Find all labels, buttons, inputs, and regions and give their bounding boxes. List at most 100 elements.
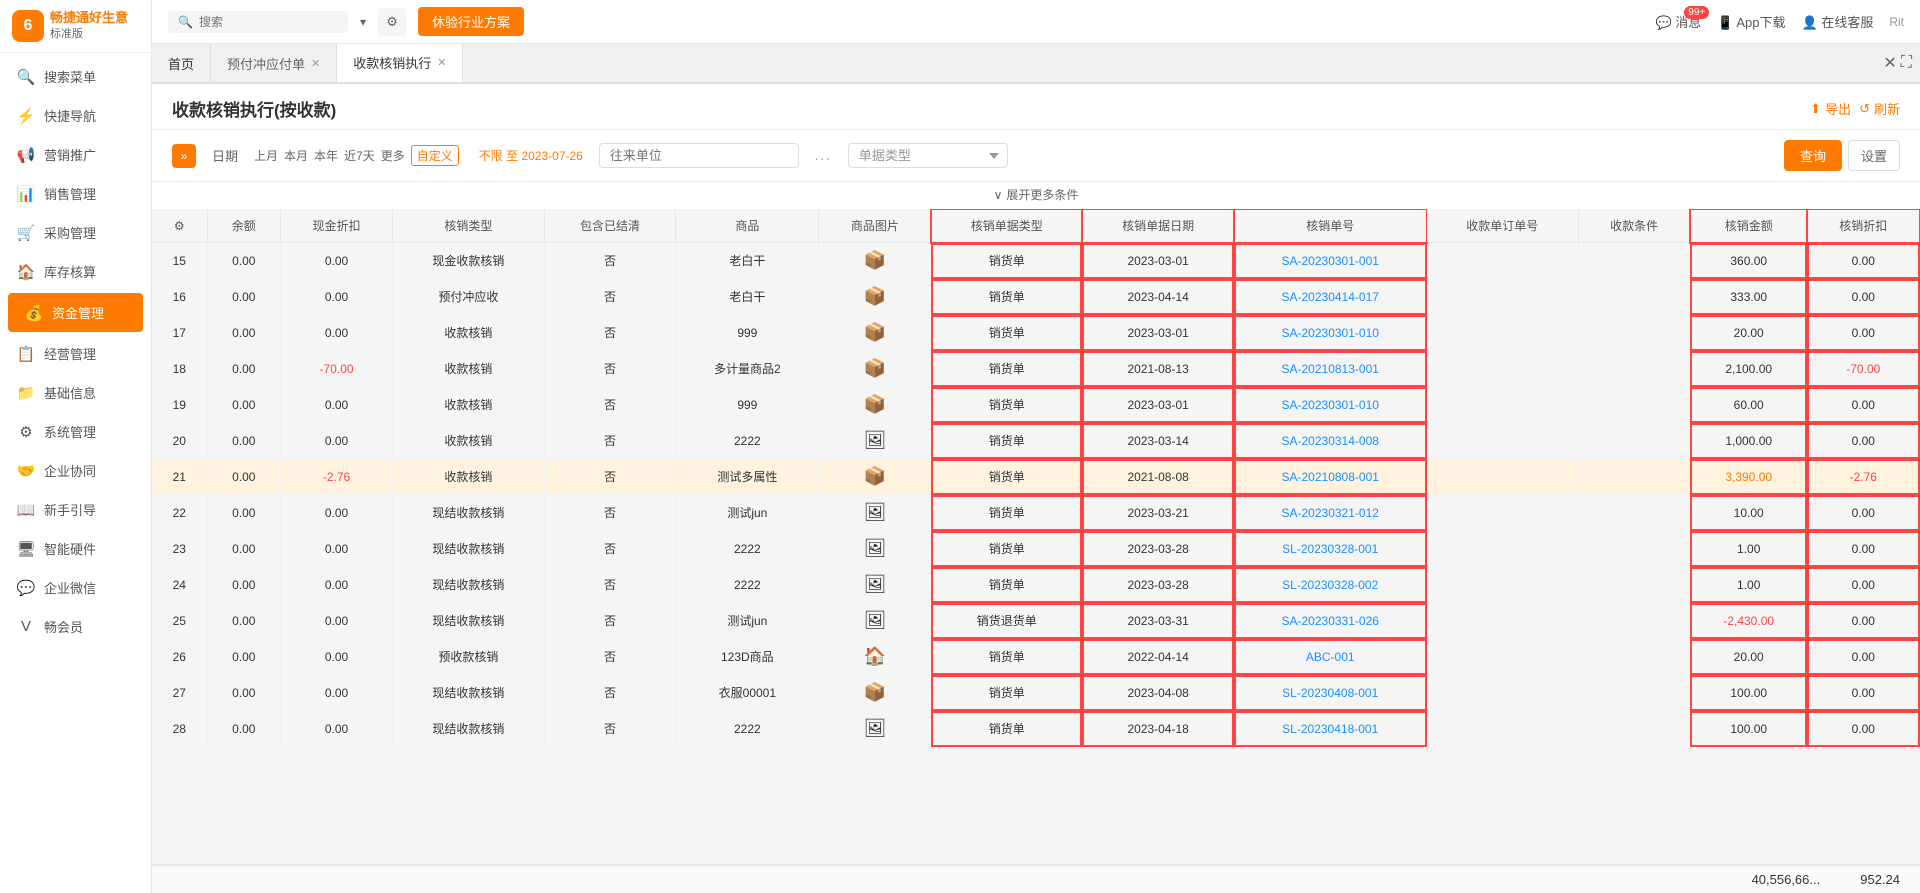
search-icon: 🔍 [178, 15, 193, 29]
setting-button[interactable]: 设置 [1848, 140, 1900, 171]
refresh-icon: ↺ [1859, 101, 1870, 117]
tab-prepay[interactable]: 预付冲应付单 ✕ [211, 44, 337, 82]
topbar-dropdown[interactable]: ▾ [360, 15, 366, 29]
th-settings[interactable]: ⚙ [152, 209, 207, 243]
sidebar-item-3[interactable]: 📊销售管理 [0, 174, 151, 213]
sidebar-item-12[interactable]: 🖥智能硬件 [0, 529, 151, 568]
td-verify-bill-no[interactable]: SA-20230301-010 [1234, 315, 1427, 351]
filter-date-7days[interactable]: 近7天 [344, 147, 375, 164]
partner-input[interactable] [599, 143, 799, 168]
sidebar-item-14[interactable]: V畅会员 [0, 607, 151, 646]
verify-bill-no-link[interactable]: SA-20230301-010 [1282, 326, 1379, 340]
export-button[interactable]: ⬆ 导出 [1810, 99, 1851, 118]
td-verify-bill-no[interactable]: SL-20230418-001 [1234, 711, 1427, 747]
td-verify-amount: 20.00 [1690, 315, 1807, 351]
verify-bill-no-link[interactable]: SA-20230321-012 [1282, 506, 1379, 520]
td-verify-bill-no[interactable]: SA-20230331-026 [1234, 603, 1427, 639]
sidebar-item-8[interactable]: 📁基础信息 [0, 373, 151, 412]
td-receipt-condition [1578, 315, 1690, 351]
tab-verify[interactable]: 收款核销执行 ✕ [337, 44, 463, 82]
td-receipt-order-no [1427, 459, 1578, 495]
sidebar-item-1[interactable]: ⚡快捷导航 [0, 96, 151, 135]
table-row: 21 0.00 -2.76 收款核销 否 测试多属性 📦 销货单 2021-08… [152, 459, 1920, 495]
sidebar-item-11[interactable]: 📖新手引导 [0, 490, 151, 529]
td-receipt-condition [1578, 531, 1690, 567]
filter-date-prev-month[interactable]: 上月 [254, 147, 278, 164]
filter-date-curr-month[interactable]: 本月 [284, 147, 308, 164]
sidebar-item-13[interactable]: 💬企业微信 [0, 568, 151, 607]
sidebar-item-2[interactable]: 📢营销推广 [0, 135, 151, 174]
notification-btn[interactable]: 💬 消息 99+ [1655, 12, 1701, 31]
td-id: 26 [152, 639, 207, 675]
app-download-btn[interactable]: 📱 App下载 [1717, 12, 1785, 31]
settings-icon[interactable]: ⚙ [378, 8, 406, 36]
td-verify-bill-type: 销货单 [931, 423, 1082, 459]
td-goods-image: 📦 [819, 315, 931, 351]
bill-type-select[interactable]: 单据类型 [848, 143, 1008, 168]
verify-bill-no-link[interactable]: SA-20230331-026 [1282, 614, 1379, 628]
td-verify-bill-no[interactable]: SA-20230321-012 [1234, 495, 1427, 531]
online-service-btn[interactable]: 👤 在线客服 [1802, 12, 1874, 31]
td-verify-bill-no[interactable]: ABC-001 [1234, 639, 1427, 675]
verify-bill-no-link[interactable]: SA-20230314-008 [1282, 434, 1379, 448]
query-button[interactable]: 查询 [1784, 140, 1842, 171]
topbar-search[interactable]: 🔍 [168, 11, 348, 33]
sidebar-item-0[interactable]: 🔍搜索菜单 [0, 57, 151, 96]
verify-bill-no-link[interactable]: SA-20210813-001 [1282, 362, 1379, 376]
search-input[interactable] [199, 15, 319, 29]
verify-bill-no-link[interactable]: SL-20230328-002 [1282, 578, 1378, 592]
td-verify-bill-no[interactable]: SA-20230301-001 [1234, 243, 1427, 279]
verify-bill-no-link[interactable]: SA-20230301-001 [1282, 254, 1379, 268]
td-verify-bill-no[interactable]: SA-20230314-008 [1234, 423, 1427, 459]
tab-home[interactable]: 首页 [152, 44, 211, 82]
main-table: ⚙ 余额 现金折扣 核销类型 包含已结清 商品 商品图片 核销单据类型 核销单据… [152, 209, 1920, 747]
sidebar-item-10[interactable]: 🤝企业协同 [0, 451, 151, 490]
filter-bar: » 日期 上月 本月 本年 近7天 更多 自定义 不限 至 2023-07-26… [152, 130, 1920, 182]
td-verify-bill-type: 销货单 [931, 243, 1082, 279]
td-verify-bill-no[interactable]: SA-20230301-010 [1234, 387, 1427, 423]
filter-date-more[interactable]: 更多 [381, 147, 405, 164]
td-receipt-order-no [1427, 423, 1578, 459]
td-cash-discount: 0.00 [280, 495, 392, 531]
expand-more-button[interactable]: ∨ 展开更多条件 [994, 186, 1079, 203]
tab-prepay-close[interactable]: ✕ [311, 57, 320, 70]
verify-bill-no-link[interactable]: SA-20210808-001 [1282, 470, 1379, 484]
td-verify-bill-no[interactable]: SA-20230414-017 [1234, 279, 1427, 315]
sidebar-item-6[interactable]: 💰资金管理 [8, 293, 143, 332]
tab-close-all-btn[interactable]: ✕ [1883, 53, 1896, 73]
td-balance: 0.00 [207, 567, 280, 603]
verify-bill-no-link[interactable]: SL-20230408-001 [1282, 686, 1378, 700]
verify-bill-no-link[interactable]: SL-20230418-001 [1282, 722, 1378, 736]
table-wrapper[interactable]: ⚙ 余额 现金折扣 核销类型 包含已结清 商品 商品图片 核销单据类型 核销单据… [152, 209, 1920, 864]
sidebar-item-5[interactable]: 🏠库存核算 [0, 252, 151, 291]
td-verify-bill-type: 销货单 [931, 279, 1082, 315]
sidebar-label-4: 采购管理 [44, 223, 96, 242]
td-cash-discount: -2.76 [280, 459, 392, 495]
td-verify-bill-no[interactable]: SL-20230408-001 [1234, 675, 1427, 711]
filter-expand-arrow[interactable]: » [172, 144, 196, 168]
td-verify-bill-date: 2021-08-08 [1082, 459, 1233, 495]
plan-button[interactable]: 休验行业方案 [418, 7, 524, 36]
td-verify-type: 收款核销 [393, 423, 544, 459]
td-verify-bill-date: 2023-03-01 [1082, 387, 1233, 423]
td-verify-bill-no[interactable]: SL-20230328-002 [1234, 567, 1427, 603]
tab-verify-close[interactable]: ✕ [437, 56, 446, 69]
tab-expand-btn[interactable]: ⛶ [1901, 54, 1912, 72]
filter-date-curr-year[interactable]: 本年 [314, 147, 338, 164]
refresh-button[interactable]: ↺ 刷新 [1859, 99, 1900, 118]
verify-bill-no-link[interactable]: SA-20230414-017 [1282, 290, 1379, 304]
td-verify-bill-no[interactable]: SL-20230328-001 [1234, 531, 1427, 567]
td-verify-type: 收款核销 [393, 459, 544, 495]
td-include-settled: 否 [544, 243, 676, 279]
sidebar-item-7[interactable]: 📋经营管理 [0, 334, 151, 373]
td-verify-bill-no[interactable]: SA-20210813-001 [1234, 351, 1427, 387]
td-cash-discount: 0.00 [280, 603, 392, 639]
sidebar-item-4[interactable]: 🛒采购管理 [0, 213, 151, 252]
verify-bill-no-link[interactable]: ABC-001 [1306, 650, 1355, 664]
sidebar-item-9[interactable]: ⚙系统管理 [0, 412, 151, 451]
verify-bill-no-link[interactable]: SL-20230328-001 [1282, 542, 1378, 556]
td-verify-bill-no[interactable]: SA-20210808-001 [1234, 459, 1427, 495]
filter-date-custom[interactable]: 自定义 [411, 145, 459, 166]
verify-bill-no-link[interactable]: SA-20230301-010 [1282, 398, 1379, 412]
tab-prepay-label: 预付冲应付单 [227, 54, 305, 73]
